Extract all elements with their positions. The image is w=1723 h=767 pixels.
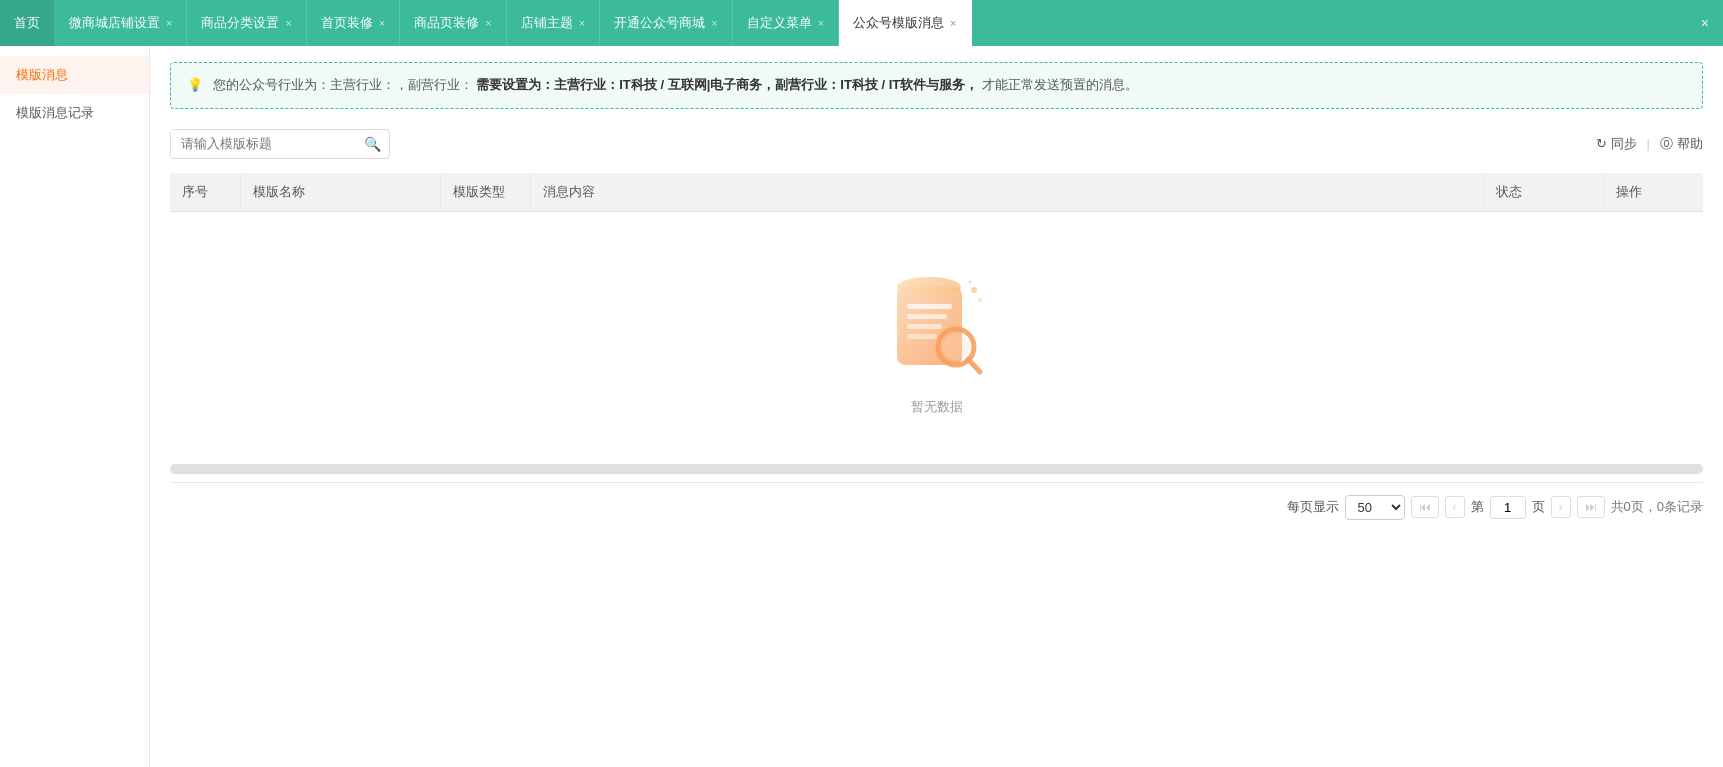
- svg-point-11: [968, 280, 971, 283]
- page-unit: 页: [1532, 498, 1545, 516]
- top-nav-bar: 首页 微商城店铺设置 × 商品分类设置 × 首页装修 × 商品页装修 × 店铺主…: [0, 0, 1723, 46]
- page-label: 第: [1471, 498, 1484, 516]
- sync-button[interactable]: ↻ 同步: [1596, 135, 1637, 153]
- sidebar: 模版消息 模版消息记录: [0, 46, 150, 767]
- col-header-status: 状态: [1483, 173, 1603, 212]
- nav-item-category[interactable]: 商品分类设置 ×: [187, 0, 306, 46]
- col-header-content: 消息内容: [530, 173, 1483, 212]
- svg-rect-2: [907, 304, 952, 309]
- close-icon-open-mall[interactable]: ×: [711, 17, 717, 29]
- nav-item-home[interactable]: 首页: [0, 0, 55, 46]
- close-icon-custom-menu[interactable]: ×: [818, 17, 824, 29]
- help-button[interactable]: ⓪ 帮助: [1660, 135, 1703, 153]
- close-icon-template-msg[interactable]: ×: [950, 17, 956, 29]
- page-size-label: 每页显示: [1287, 498, 1339, 516]
- nav-label-template-msg: 公众号模版消息: [853, 14, 944, 32]
- search-button[interactable]: 🔍: [356, 130, 389, 158]
- main-layout: 模版消息 模版消息记录 💡 您的公众号行业为：主营行业：，副营行业： 需要设置为…: [0, 46, 1723, 767]
- sidebar-item-template-msg[interactable]: 模版消息: [0, 56, 149, 94]
- empty-text: 暂无数据: [170, 398, 1703, 416]
- last-page-button[interactable]: ⏭: [1577, 496, 1605, 518]
- nav-item-shop-theme[interactable]: 店铺主题 ×: [507, 0, 600, 46]
- col-header-type: 模版类型: [440, 173, 530, 212]
- alert-suffix: 才能正常发送预置的消息。: [982, 77, 1138, 92]
- first-page-button[interactable]: ⏮: [1411, 496, 1439, 518]
- nav-label-home-decor: 首页装修: [321, 14, 373, 32]
- nav-close-all-button[interactable]: ×: [1687, 15, 1723, 31]
- page-total: 共0页，0条记录: [1611, 498, 1703, 516]
- nav-label-home: 首页: [14, 14, 40, 32]
- nav-label-category: 商品分类设置: [201, 14, 279, 32]
- search-input-wrap: 🔍: [170, 129, 390, 159]
- help-icon: ⓪: [1660, 135, 1673, 153]
- sync-icon: ↻: [1596, 136, 1607, 151]
- pagination-bar: 每页显示 50 10 20 100 ⏮ ‹ 第 页 › ⏭ 共0页，0条记录: [170, 482, 1703, 524]
- alert-highlight: 需要设置为：主营行业：IT科技 / 互联网|电子商务，副营行业：IT科技 / I…: [476, 77, 978, 92]
- empty-icon: [882, 272, 992, 382]
- help-label: 帮助: [1677, 135, 1703, 153]
- svg-point-10: [978, 298, 982, 302]
- svg-line-8: [968, 359, 980, 372]
- page-size-select[interactable]: 50 10 20 100: [1345, 495, 1405, 520]
- nav-item-product-decor[interactable]: 商品页装修 ×: [400, 0, 506, 46]
- svg-rect-3: [907, 314, 947, 319]
- alert-box: 💡 您的公众号行业为：主营行业：，副营行业： 需要设置为：主营行业：IT科技 /…: [170, 62, 1703, 109]
- close-icon-wshop[interactable]: ×: [166, 17, 172, 29]
- close-icon-category[interactable]: ×: [285, 17, 291, 29]
- sidebar-label-template-msg: 模版消息: [16, 67, 68, 82]
- prev-page-button[interactable]: ‹: [1445, 496, 1465, 518]
- svg-rect-4: [907, 324, 942, 329]
- close-icon-shop-theme[interactable]: ×: [579, 17, 585, 29]
- alert-prefix: 您的公众号行业为：主营行业：，副营行业：: [213, 77, 473, 92]
- main-content: 💡 您的公众号行业为：主营行业：，副营行业： 需要设置为：主营行业：IT科技 /…: [150, 46, 1723, 767]
- empty-state: 暂无数据: [170, 212, 1703, 456]
- page-number-input[interactable]: [1490, 496, 1526, 519]
- col-header-index: 序号: [170, 173, 240, 212]
- svg-point-1: [897, 277, 961, 297]
- svg-point-7: [943, 334, 969, 360]
- nav-label-custom-menu: 自定义菜单: [747, 14, 812, 32]
- nav-item-open-mall[interactable]: 开通公众号商城 ×: [600, 0, 732, 46]
- toolbar-right: ↻ 同步 | ⓪ 帮助: [1596, 135, 1703, 153]
- close-icon-product-decor[interactable]: ×: [485, 17, 491, 29]
- search-input[interactable]: [171, 130, 356, 157]
- bulb-icon: 💡: [187, 77, 203, 92]
- nav-label-shop-theme: 店铺主题: [521, 14, 573, 32]
- col-header-name: 模版名称: [240, 173, 440, 212]
- close-icon-home-decor[interactable]: ×: [379, 17, 385, 29]
- sidebar-label-template-record: 模版消息记录: [16, 105, 94, 120]
- nav-item-template-msg[interactable]: 公众号模版消息 ×: [839, 0, 971, 46]
- nav-label-open-mall: 开通公众号商城: [614, 14, 705, 32]
- next-page-button[interactable]: ›: [1551, 496, 1571, 518]
- table-header-row: 序号 模版名称 模版类型 消息内容 状态 操作: [170, 173, 1703, 212]
- svg-point-9: [971, 287, 977, 293]
- toolbar-divider: |: [1647, 136, 1650, 151]
- nav-label-wshop: 微商城店铺设置: [69, 14, 160, 32]
- col-header-action: 操作: [1603, 173, 1703, 212]
- svg-rect-5: [907, 334, 937, 339]
- data-table: 序号 模版名称 模版类型 消息内容 状态 操作: [170, 173, 1703, 456]
- nav-label-product-decor: 商品页装修: [414, 14, 479, 32]
- nav-item-wshop[interactable]: 微商城店铺设置 ×: [55, 0, 187, 46]
- search-bar: 🔍 ↻ 同步 | ⓪ 帮助: [170, 129, 1703, 159]
- sync-label: 同步: [1611, 135, 1637, 153]
- nav-item-home-decor[interactable]: 首页装修 ×: [307, 0, 400, 46]
- sidebar-item-template-record[interactable]: 模版消息记录: [0, 94, 149, 132]
- table-scrollbar[interactable]: [170, 464, 1703, 474]
- nav-item-custom-menu[interactable]: 自定义菜单 ×: [733, 0, 839, 46]
